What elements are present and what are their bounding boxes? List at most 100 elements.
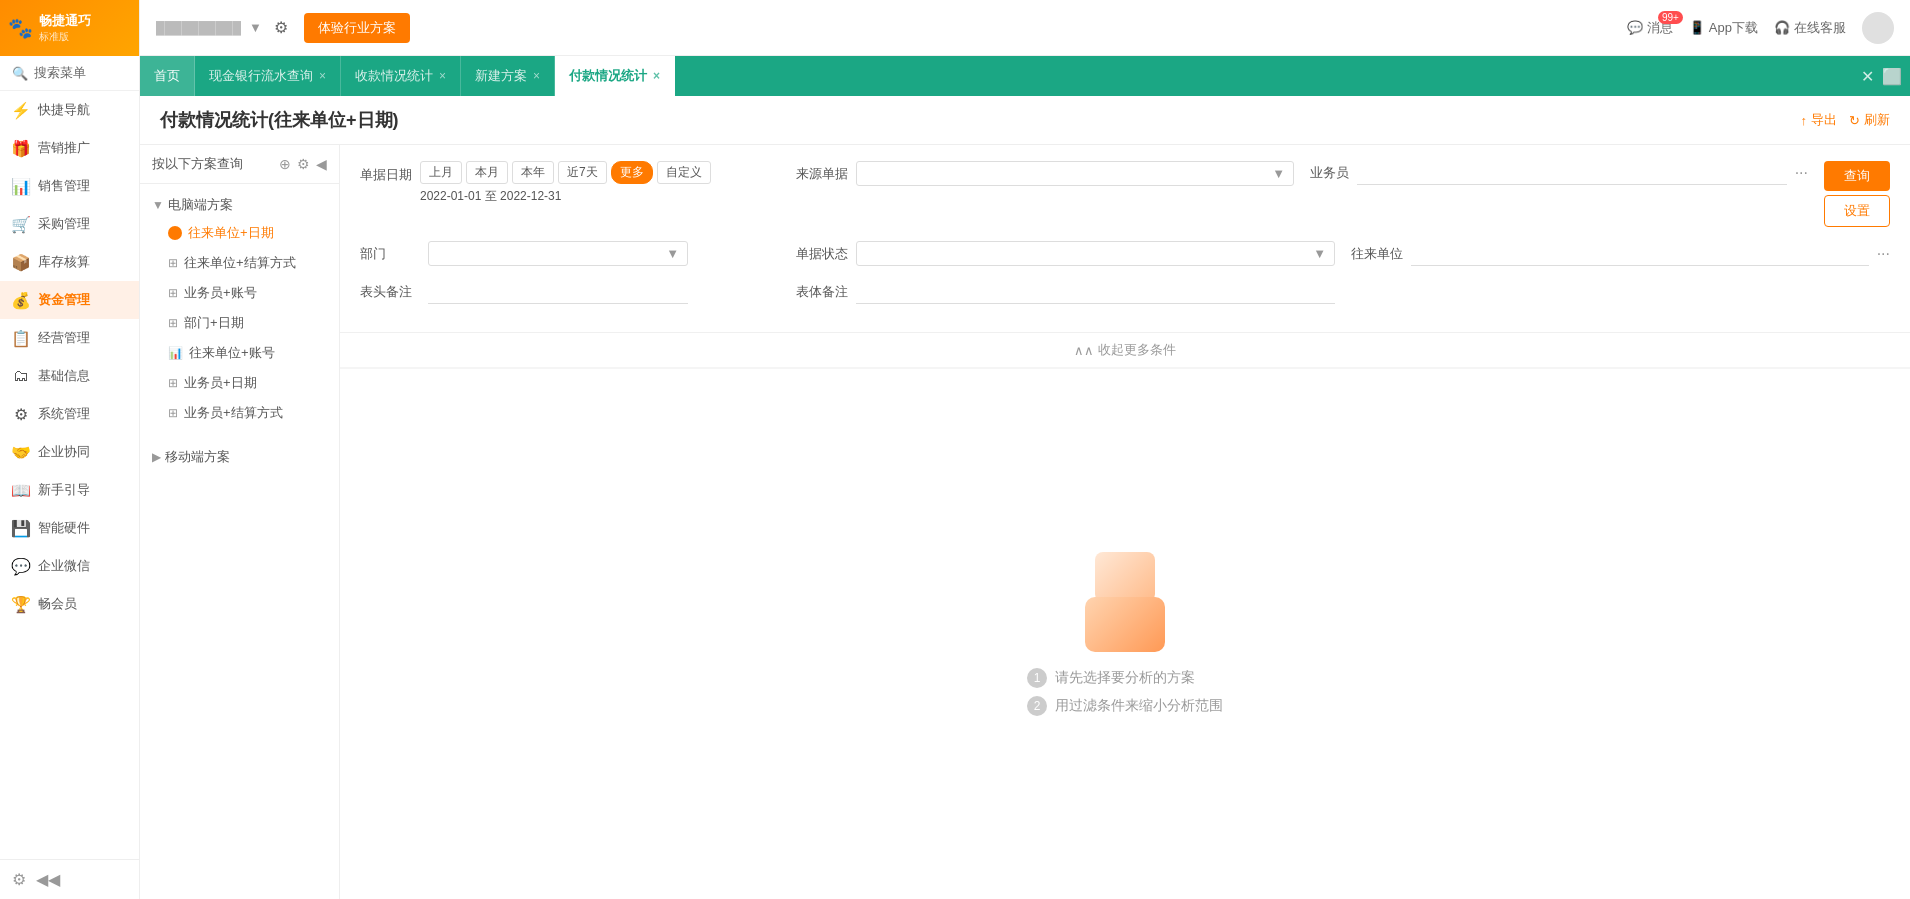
sidebar-item-purchase[interactable]: 🛒 采购管理 bbox=[0, 205, 139, 243]
nav-label: 快捷导航 bbox=[38, 101, 90, 119]
source-select[interactable]: ▼ bbox=[856, 161, 1294, 186]
collapse-label: 收起更多条件 bbox=[1098, 341, 1176, 359]
date-btn-current-year[interactable]: 本年 bbox=[512, 161, 554, 184]
capital-label: 资金管理 bbox=[38, 291, 90, 309]
setting-button[interactable]: 设置 bbox=[1824, 195, 1890, 227]
partner-input[interactable] bbox=[1411, 242, 1869, 266]
tab-payment[interactable]: 付款情况统计 × bbox=[555, 56, 675, 96]
scheme-item-staff-settle[interactable]: ⊞ 业务员+结算方式 bbox=[140, 398, 339, 428]
scheme-item-staff-account-label: 业务员+账号 bbox=[184, 284, 257, 302]
message-icon: 💬 bbox=[1627, 20, 1643, 35]
sidebar-item-marketing[interactable]: 🎁 营销推广 bbox=[0, 129, 139, 167]
tab-collection-close[interactable]: × bbox=[439, 69, 446, 83]
tab-payment-close[interactable]: × bbox=[653, 69, 660, 83]
main-area: ██████████ ▼ ⚙ 体验行业方案 💬 消息 99+ 📱 App下载 🎧… bbox=[140, 0, 1910, 899]
staff-input[interactable] bbox=[1357, 161, 1787, 185]
date-buttons-row: 上月 本月 本年 近7天 更多 自定义 bbox=[420, 161, 711, 184]
sidebar-footer: ⚙ ◀◀ bbox=[0, 859, 139, 899]
staff-dots-button[interactable]: ··· bbox=[1795, 164, 1808, 182]
dept-select[interactable]: ▼ bbox=[428, 241, 688, 266]
settings-footer-icon[interactable]: ⚙ bbox=[12, 870, 26, 889]
scheme-active-icon bbox=[168, 226, 182, 240]
message-button[interactable]: 💬 消息 99+ bbox=[1627, 19, 1673, 37]
mobile-scheme-section: ▶ 移动端方案 bbox=[140, 436, 339, 478]
sidebar-item-hardware[interactable]: 💾 智能硬件 bbox=[0, 509, 139, 547]
body-note-input[interactable] bbox=[856, 280, 1335, 304]
search-label: 搜索菜单 bbox=[34, 64, 86, 82]
mobile-section-header[interactable]: ▶ 移动端方案 bbox=[140, 444, 339, 470]
service-button[interactable]: 🎧 在线客服 bbox=[1774, 19, 1846, 37]
tab-new-plan-label: 新建方案 bbox=[475, 67, 527, 85]
sidebar-item-wechat[interactable]: 💬 企业微信 bbox=[0, 547, 139, 585]
hardware-label: 智能硬件 bbox=[38, 519, 90, 537]
app-logo-icon: 🐾 bbox=[8, 16, 33, 40]
collapse-sidebar-icon[interactable]: ◀◀ bbox=[36, 870, 60, 889]
close-all-tabs-icon[interactable]: ✕ bbox=[1861, 67, 1874, 86]
empty-state: 1 请先选择要分析的方案 2 用过滤条件来缩小分析范围 bbox=[340, 369, 1910, 899]
enterprise-label: 企业协同 bbox=[38, 443, 90, 461]
sidebar-item-member[interactable]: 🏆 畅会员 bbox=[0, 585, 139, 623]
topbar-dropdown-icon[interactable]: ▼ bbox=[249, 20, 262, 35]
sidebar-item-operations[interactable]: 📋 经营管理 bbox=[0, 319, 139, 357]
date-btn-last-month[interactable]: 上月 bbox=[420, 161, 462, 184]
date-btn-current-month[interactable]: 本月 bbox=[466, 161, 508, 184]
query-button[interactable]: 查询 bbox=[1824, 161, 1890, 191]
header-note-input[interactable] bbox=[428, 280, 688, 304]
tab-collection[interactable]: 收款情况统计 × bbox=[341, 56, 461, 96]
sidebar-item-sales[interactable]: 📊 销售管理 bbox=[0, 167, 139, 205]
purchase-icon: 🛒 bbox=[12, 215, 30, 233]
dept-filter-group: 部门 ▼ bbox=[360, 241, 780, 266]
scheme-item-staff-account[interactable]: ⊞ 业务员+账号 bbox=[140, 278, 339, 308]
operations-icon: 📋 bbox=[12, 329, 30, 347]
sidebar-item-inventory[interactable]: 📦 库存核算 bbox=[0, 243, 139, 281]
maximize-icon[interactable]: ⬜ bbox=[1882, 67, 1902, 86]
chart-icon-1: 📊 bbox=[168, 346, 183, 360]
scheme-item-staff-date[interactable]: ⊞ 业务员+日期 bbox=[140, 368, 339, 398]
filter-form: 单据日期 上月 本月 本年 近7天 更多 自定义 bbox=[340, 145, 1910, 328]
scheme-item-unit-settle[interactable]: ⊞ 往来单位+结算方式 bbox=[140, 248, 339, 278]
scheme-item-dept-date[interactable]: ⊞ 部门+日期 bbox=[140, 308, 339, 338]
partner-dots-button[interactable]: ··· bbox=[1877, 245, 1890, 263]
tabbar-right: ✕ ⬜ bbox=[1861, 67, 1910, 86]
table-icon-3: ⊞ bbox=[168, 316, 178, 330]
refresh-button[interactable]: ↻ 刷新 bbox=[1849, 111, 1890, 129]
sidebar-item-system[interactable]: ⚙ 系统管理 bbox=[0, 395, 139, 433]
tab-cashflow-close[interactable]: × bbox=[319, 69, 326, 83]
date-btn-more[interactable]: 更多 bbox=[611, 161, 653, 184]
scheme-settings-button[interactable]: ⚙ bbox=[297, 156, 310, 172]
empty-steps: 1 请先选择要分析的方案 2 用过滤条件来缩小分析范围 bbox=[1027, 668, 1223, 716]
user-avatar[interactable] bbox=[1862, 12, 1894, 44]
status-select[interactable]: ▼ bbox=[856, 241, 1335, 266]
sidebar-item-capital[interactable]: 💰 资金管理 bbox=[0, 281, 139, 319]
tab-new-plan-close[interactable]: × bbox=[533, 69, 540, 83]
tab-payment-label: 付款情况统计 bbox=[569, 67, 647, 85]
refresh-label: 刷新 bbox=[1864, 111, 1890, 129]
pc-section-header[interactable]: ▼ 电脑端方案 bbox=[140, 192, 339, 218]
step-2-number: 2 bbox=[1027, 696, 1047, 716]
refresh-icon: ↻ bbox=[1849, 113, 1860, 128]
sidebar-item-nav[interactable]: ⚡ 快捷导航 bbox=[0, 91, 139, 129]
sidebar-item-basic[interactable]: 🗂 基础信息 bbox=[0, 357, 139, 395]
scheme-collapse-button[interactable]: ◀ bbox=[316, 156, 327, 172]
export-button[interactable]: ↑ 导出 bbox=[1801, 111, 1838, 129]
sidebar-search[interactable]: 🔍 搜索菜单 bbox=[0, 56, 139, 91]
tab-cashflow[interactable]: 现金银行流水查询 × bbox=[195, 56, 341, 96]
sidebar-item-guide[interactable]: 📖 新手引导 bbox=[0, 471, 139, 509]
app-download-button[interactable]: 📱 App下载 bbox=[1689, 19, 1758, 37]
scheme-add-button[interactable]: ⊕ bbox=[279, 156, 291, 172]
tab-new-plan[interactable]: 新建方案 × bbox=[461, 56, 555, 96]
date-btn-custom[interactable]: 自定义 bbox=[657, 161, 711, 184]
topbar-gear-icon[interactable]: ⚙ bbox=[274, 18, 288, 37]
tab-home[interactable]: 首页 bbox=[140, 56, 195, 96]
date-btn-last-7days[interactable]: 近7天 bbox=[558, 161, 607, 184]
table-icon-2: ⊞ bbox=[168, 286, 178, 300]
status-select-arrow: ▼ bbox=[1313, 246, 1326, 261]
scheme-item-unit-date[interactable]: 往来单位+日期 bbox=[140, 218, 339, 248]
sidebar-item-enterprise[interactable]: 🤝 企业协同 bbox=[0, 433, 139, 471]
table-icon-4: ⊞ bbox=[168, 376, 178, 390]
tabbar: 首页 现金银行流水查询 × 收款情况统计 × 新建方案 × 付款情况统计 × ✕… bbox=[140, 56, 1910, 96]
trial-button[interactable]: 体验行业方案 bbox=[304, 13, 410, 43]
scheme-item-unit-account[interactable]: 📊 往来单位+账号 bbox=[140, 338, 339, 368]
collapse-button[interactable]: ∧∧ 收起更多条件 bbox=[1074, 341, 1176, 359]
robot-head bbox=[1095, 552, 1155, 602]
